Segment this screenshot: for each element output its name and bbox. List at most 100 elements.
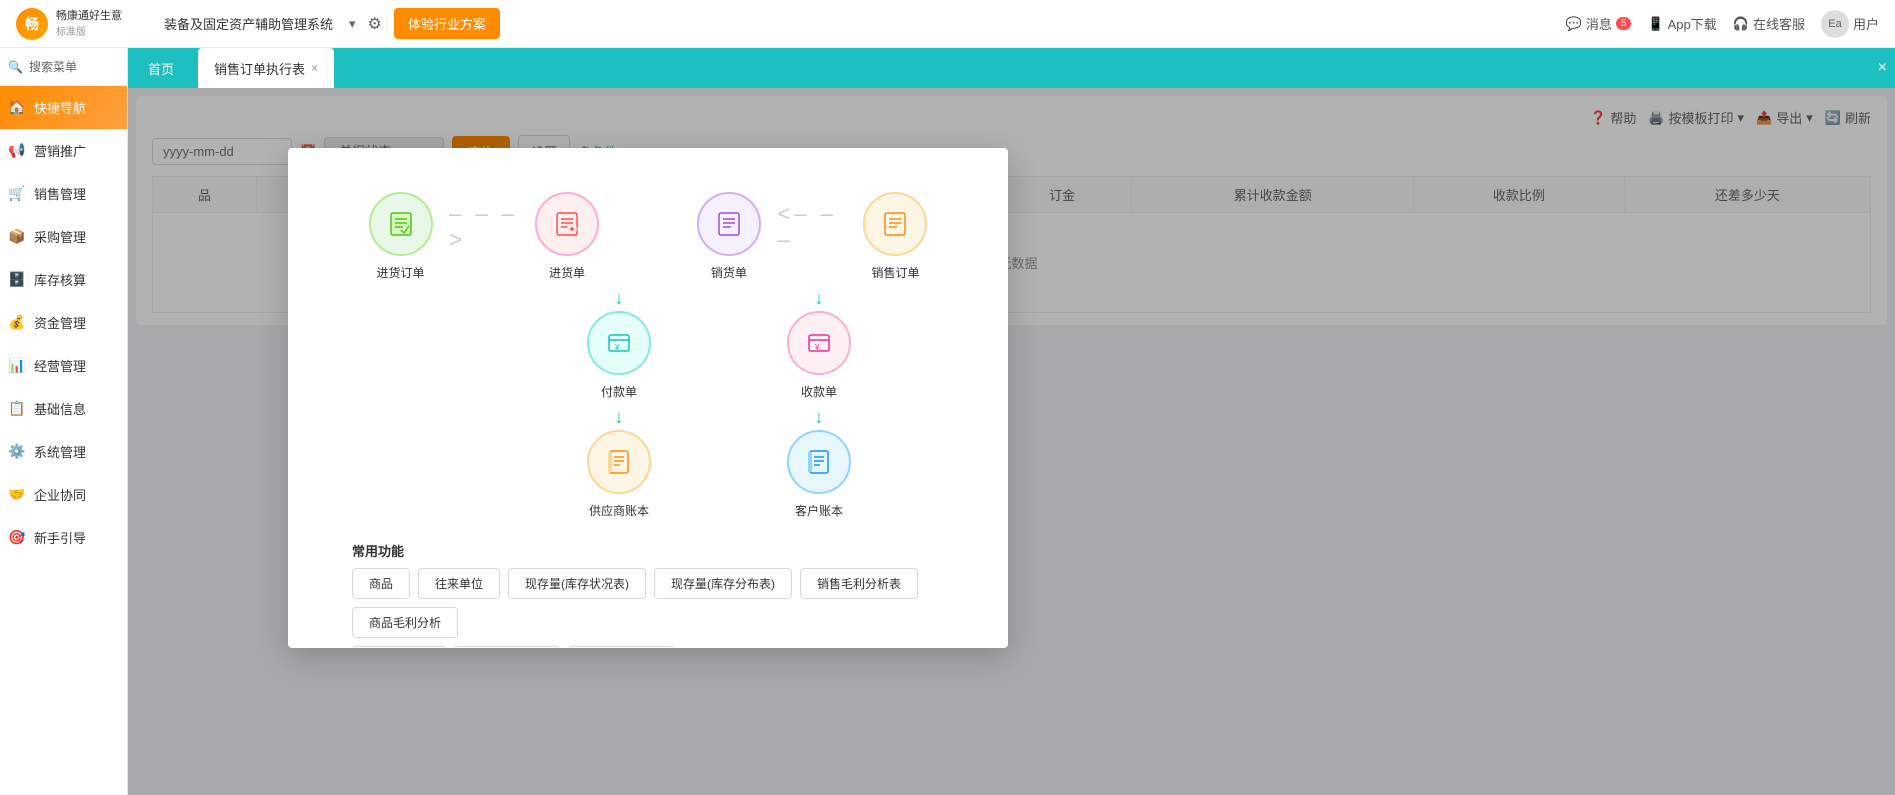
flow-node-sales-bill[interactable]: 销货单	[680, 192, 777, 281]
tab-home[interactable]: 首页	[128, 48, 194, 88]
down-arrow-payment: ↓	[559, 408, 679, 426]
receipt-label: 收款单	[801, 383, 837, 400]
message-icon: 💬	[1566, 16, 1582, 32]
newbie-icon: 🎯	[8, 529, 26, 547]
flow-bottom-row: 供应商账本 客户账本	[352, 430, 944, 519]
finance-icon: 💰	[8, 314, 26, 332]
sales-icon: 🛒	[8, 185, 26, 203]
flow-modal: 进货订单 – – –>	[288, 148, 1008, 648]
sidebar-label-marketing: 营销推广	[34, 141, 86, 160]
sidebar-item-inventory[interactable]: 🗄️ 库存核算	[0, 258, 127, 301]
message-button[interactable]: 💬 消息 5	[1566, 14, 1632, 33]
logo-text: 畅康通好生意	[56, 9, 122, 23]
common-btn-receipt-stat[interactable]: 收款情况统计	[454, 646, 560, 648]
customer-ledger-icon	[787, 430, 851, 494]
search-label: 搜索菜单	[29, 58, 77, 75]
flow-node-supplier-ledger[interactable]: 供应商账本	[559, 430, 679, 519]
content-body: ❓ 帮助 🖨️ 按模板打印 ▾ 📤 导出 ▾	[128, 88, 1895, 795]
purchase-order-label: 进货订单	[377, 264, 425, 281]
enterprise-icon: 🤝	[8, 486, 26, 504]
close-all-tabs-icon[interactable]: ×	[1878, 59, 1887, 77]
sales-order-label: 销售订单	[871, 264, 919, 281]
system-icon: ⚙️	[8, 443, 26, 461]
sidebar-item-finance[interactable]: 💰 资金管理	[0, 301, 127, 344]
sales-bill-icon	[697, 192, 761, 256]
sidebar-label-system: 系统管理	[34, 442, 86, 461]
sidebar-item-purchase[interactable]: 📦 采购管理	[0, 215, 127, 258]
sidebar-item-operations[interactable]: 📊 经营管理	[0, 344, 127, 387]
app-icon: 📱	[1647, 16, 1663, 32]
search-icon: 🔍	[8, 60, 23, 74]
system-title: 装备及固定资产辅助管理系统	[164, 14, 333, 33]
common-btn-product[interactable]: 商品	[352, 568, 410, 599]
sidebar-item-basic[interactable]: 📋 基础信息	[0, 387, 127, 430]
supplier-ledger-label: 供应商账本	[589, 502, 649, 519]
common-btn-stock-dist[interactable]: 现存量(库存分布表)	[654, 568, 792, 599]
tab-sales-order[interactable]: 销售订单执行表 ×	[198, 48, 334, 88]
receipt-icon: ¥	[787, 311, 851, 375]
sidebar-label-newbie: 新手引导	[34, 528, 86, 547]
home-icon: 🏠	[8, 99, 26, 117]
common-btn-payment-stat[interactable]: 付款情况统计	[568, 646, 674, 648]
dropdown-icon[interactable]: ▾	[349, 16, 356, 32]
service-icon: 🎧	[1733, 16, 1749, 32]
flow-mid-arrows: ↓ ↓	[352, 289, 944, 307]
logo-icon: 畅	[16, 8, 48, 40]
sales-order-icon	[863, 192, 927, 256]
common-functions-row1: 商品 往来单位 现存量(库存状况表) 现存量(库存分布表) 销售毛利分析表 商品…	[352, 568, 944, 638]
app-download-button[interactable]: 📱 App下载	[1647, 14, 1716, 33]
online-service-button[interactable]: 🎧 在线客服	[1733, 14, 1805, 33]
down-arrow-sales: ↓	[759, 289, 879, 307]
sidebar-item-enterprise[interactable]: 🤝 企业协同	[0, 473, 127, 516]
flow-node-purchase-order[interactable]: 进货订单	[352, 192, 449, 281]
sales-bill-label: 销货单	[711, 264, 747, 281]
flow-node-customer-ledger[interactable]: 客户账本	[759, 430, 879, 519]
purchase-bill-label: 进货单	[549, 264, 585, 281]
basic-icon: 📋	[8, 400, 26, 418]
sidebar-item-sales[interactable]: 🛒 销售管理	[0, 172, 127, 215]
tab-close-icon[interactable]: ×	[311, 61, 318, 75]
app-download-label: App下载	[1668, 14, 1717, 33]
flow-node-receipt[interactable]: ¥ 收款单	[759, 311, 879, 400]
sidebar-item-system[interactable]: ⚙️ 系统管理	[0, 430, 127, 473]
sidebar-label-purchase: 采购管理	[34, 227, 86, 246]
tab-label: 销售订单执行表	[214, 59, 305, 78]
logo-sub: 标准版	[56, 23, 122, 38]
common-btn-sales-margin[interactable]: 销售毛利分析表	[800, 568, 918, 599]
modal-overlay[interactable]: 进货订单 – – –>	[128, 88, 1895, 795]
arrow-sales-order-to-bill: <– – –	[777, 201, 846, 253]
common-btn-stock-status[interactable]: 现存量(库存状况表)	[508, 568, 646, 599]
search-menu-button[interactable]: 🔍 搜索菜单	[0, 48, 127, 86]
sidebar-item-marketing[interactable]: 📢 营销推广	[0, 129, 127, 172]
svg-text:¥: ¥	[814, 343, 820, 352]
user-avatar-button[interactable]: Ea 用户	[1821, 10, 1879, 38]
flow-node-sales-order[interactable]: 销售订单	[847, 192, 944, 281]
operations-icon: 📊	[8, 357, 26, 375]
common-btn-product-margin[interactable]: 商品毛利分析	[352, 607, 458, 638]
common-btn-sales-rank[interactable]: 销售排行榜	[352, 646, 446, 648]
flow-node-purchase-bill[interactable]: 进货单	[519, 192, 616, 281]
common-functions-title: 常用功能	[352, 541, 944, 560]
logo-area: 畅 畅康通好生意 标准版	[16, 8, 144, 40]
purchase-icon: 📦	[8, 228, 26, 246]
sidebar-label-basic: 基础信息	[34, 399, 86, 418]
avatar: Ea	[1821, 10, 1849, 38]
sidebar-item-quick-nav[interactable]: 🏠 快捷导航	[0, 86, 127, 129]
supplier-ledger-icon	[587, 430, 651, 494]
top-bar: 畅 畅康通好生意 标准版 装备及固定资产辅助管理系统 ▾ ⚙ 体验行业方案 💬 …	[0, 0, 1895, 48]
message-badge: 5	[1616, 17, 1632, 30]
flow-node-payment[interactable]: ¥ 付款单	[559, 311, 679, 400]
service-label: 在线客服	[1753, 14, 1805, 33]
common-btn-partner[interactable]: 往来单位	[418, 568, 500, 599]
inventory-icon: 🗄️	[8, 271, 26, 289]
tab-bar: 首页 销售订单执行表 × ×	[128, 48, 1895, 88]
purchase-bill-icon	[535, 192, 599, 256]
svg-text:¥: ¥	[614, 343, 620, 352]
customer-ledger-label: 客户账本	[795, 502, 843, 519]
trial-button[interactable]: 体验行业方案	[394, 8, 500, 39]
flow-top-row: 进货订单 – – –>	[352, 192, 944, 281]
sidebar-item-newbie[interactable]: 🎯 新手引导	[0, 516, 127, 559]
common-functions-row2: 销售排行榜 收款情况统计 付款情况统计	[352, 646, 944, 648]
gear-button[interactable]: ⚙	[368, 14, 382, 34]
sidebar-label-inventory: 库存核算	[34, 270, 86, 289]
